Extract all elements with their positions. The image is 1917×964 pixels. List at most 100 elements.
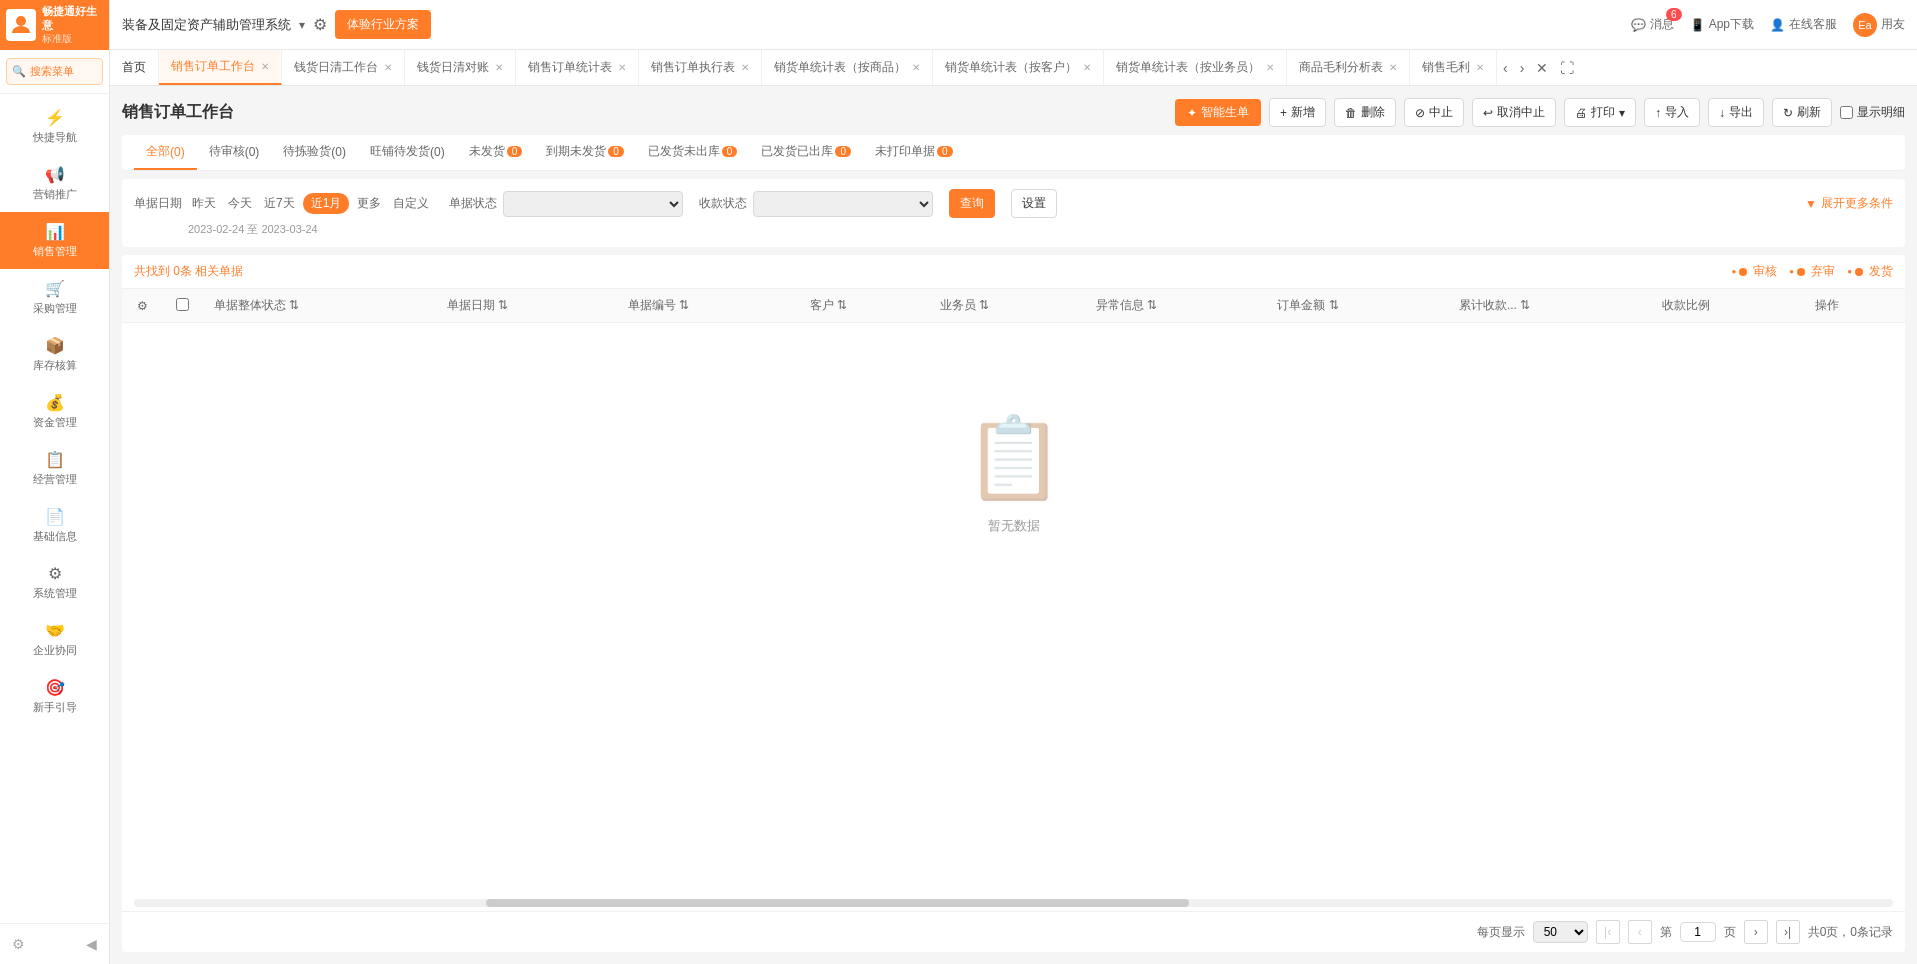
filter-tab-wangpu[interactable]: 旺铺待发货 (0) — [358, 135, 457, 170]
date-btn-1month[interactable]: 近1月 — [303, 193, 350, 214]
tab-sales-summary-product[interactable]: 销货单统计表（按商品） ✕ — [762, 50, 933, 85]
show-detail-checkbox[interactable] — [1840, 106, 1853, 119]
filter-tab-all[interactable]: 全部 (0) — [134, 135, 197, 170]
date-btn-custom[interactable]: 自定义 — [389, 193, 433, 214]
sidebar-item-label: 系统管理 — [33, 586, 77, 601]
tab-close-icon[interactable]: ✕ — [741, 62, 749, 73]
filter-tab-pending-review[interactable]: 待审核 (0) — [197, 135, 272, 170]
tab-maximize-button[interactable]: ⛶ — [1554, 60, 1580, 76]
reject-link[interactable]: 弃审 — [1789, 263, 1835, 280]
tab-cash-daily[interactable]: 钱货日清工作台 ✕ — [282, 50, 405, 85]
export-button[interactable]: ↓ 导出 — [1708, 98, 1764, 127]
refresh-button[interactable]: ↻ 刷新 — [1772, 98, 1832, 127]
system-dropdown-button[interactable]: ▾ — [299, 18, 305, 32]
date-btn-more[interactable]: 更多 — [353, 193, 385, 214]
cancel-pause-button[interactable]: ↩ 取消中止 — [1472, 98, 1556, 127]
col-staff[interactable]: 业务员 ⇅ — [928, 289, 1084, 323]
page-last-button[interactable]: ›| — [1776, 920, 1800, 944]
tab-close-icon[interactable]: ✕ — [1389, 62, 1397, 73]
new-button[interactable]: + 新增 — [1269, 98, 1326, 127]
review-link[interactable]: 审核 — [1731, 263, 1777, 280]
page-first-button[interactable]: |‹ — [1596, 920, 1620, 944]
print-button[interactable]: 🖨 打印 ▾ — [1564, 98, 1636, 127]
col-anomaly[interactable]: 异常信息 ⇅ — [1084, 289, 1266, 323]
col-customer[interactable]: 客户 ⇅ — [798, 289, 928, 323]
col-settings[interactable]: ⚙ — [122, 289, 162, 323]
sidebar-item-basic-info[interactable]: 📄 基础信息 — [0, 497, 109, 554]
sidebar-item-operations[interactable]: 📋 经营管理 — [0, 440, 109, 497]
query-button[interactable]: 查询 — [949, 189, 995, 218]
sidebar-item-enterprise[interactable]: 🤝 企业协同 — [0, 611, 109, 668]
horizontal-scrollbar-thumb[interactable] — [486, 899, 1190, 907]
delete-button[interactable]: 🗑 删除 — [1334, 98, 1396, 127]
app-download-button[interactable]: 📱 App下载 — [1690, 16, 1754, 33]
sidebar-item-sales[interactable]: 📊 销售管理 — [0, 212, 109, 269]
expand-button[interactable]: ▼ 展开更多条件 — [1805, 195, 1893, 212]
tab-sales-execute[interactable]: 销售订单执行表 ✕ — [639, 50, 762, 85]
sidebar-item-finance[interactable]: 💰 资金管理 — [0, 383, 109, 440]
tab-close-icon[interactable]: ✕ — [1083, 62, 1091, 73]
col-date[interactable]: 单据日期 ⇅ — [435, 289, 617, 323]
tab-gross-profit[interactable]: 商品毛利分析表 ✕ — [1287, 50, 1410, 85]
message-button[interactable]: 💬 消息 6 — [1631, 16, 1674, 33]
filter-tab-shipped-not-out[interactable]: 已发货未出库 0 — [636, 135, 750, 170]
tab-close-icon[interactable]: ✕ — [261, 61, 269, 72]
tab-close-icon[interactable]: ✕ — [618, 62, 626, 73]
tab-close-icon[interactable]: ✕ — [1476, 62, 1484, 73]
filter-tab-pending-inspect[interactable]: 待拣验货 (0) — [271, 135, 358, 170]
page-prev-button[interactable]: ‹ — [1628, 920, 1652, 944]
import-button[interactable]: ↑ 导入 — [1644, 98, 1700, 127]
col-checkbox[interactable] — [162, 289, 202, 323]
page-number-input[interactable] — [1680, 922, 1716, 942]
filter-tab-expired[interactable]: 到期未发货 0 — [534, 135, 636, 170]
tab-close-icon[interactable]: ✕ — [384, 62, 392, 73]
sidebar-item-guide[interactable]: 🎯 新手引导 — [0, 668, 109, 725]
tab-cash-reconcile[interactable]: 钱货日清对账 ✕ — [405, 50, 516, 85]
col-status[interactable]: 单据整体状态 ⇅ — [202, 289, 435, 323]
page-next-button[interactable]: › — [1744, 920, 1768, 944]
tab-close-all-button[interactable]: ✕ — [1530, 60, 1554, 76]
tab-close-icon[interactable]: ✕ — [1266, 62, 1274, 73]
tab-sales-stat[interactable]: 销售订单统计表 ✕ — [516, 50, 639, 85]
industry-button[interactable]: 体验行业方案 — [335, 10, 431, 39]
sidebar-item-system[interactable]: ⚙ 系统管理 — [0, 554, 109, 611]
date-btn-today[interactable]: 今天 — [224, 193, 256, 214]
tab-sales-summary-customer[interactable]: 销货单统计表（按客户） ✕ — [933, 50, 1104, 85]
horizontal-scrollbar[interactable] — [134, 899, 1893, 907]
header-settings-button[interactable]: ⚙ — [313, 15, 327, 34]
sidebar-item-purchase[interactable]: 🛒 采购管理 — [0, 269, 109, 326]
tab-home[interactable]: 首页 — [110, 50, 159, 85]
tab-close-icon[interactable]: ✕ — [495, 62, 503, 73]
search-menu-button[interactable]: 🔍 搜索菜单 — [6, 58, 103, 85]
status-select[interactable] — [503, 191, 683, 217]
col-number[interactable]: 单据编号 ⇅ — [616, 289, 798, 323]
date-btn-yesterday[interactable]: 昨天 — [188, 193, 220, 214]
sidebar-item-quick-nav[interactable]: ⚡ 快捷导航 — [0, 98, 109, 155]
smart-create-button[interactable]: ✦ 智能生单 — [1175, 99, 1261, 126]
tab-sales-summary-staff[interactable]: 销货单统计表（按业务员） ✕ — [1104, 50, 1287, 85]
pause-button[interactable]: ⊘ 中止 — [1404, 98, 1464, 127]
deliver-link[interactable]: 发货 — [1847, 263, 1893, 280]
filter-tab-not-printed[interactable]: 未打印单据 0 — [863, 135, 965, 170]
date-btn-7days[interactable]: 近7天 — [260, 193, 299, 214]
settings-button[interactable]: 设置 — [1011, 189, 1057, 218]
sidebar-item-marketing[interactable]: 📢 营销推广 — [0, 155, 109, 212]
col-collected[interactable]: 累计收款... ⇅ — [1447, 289, 1650, 323]
user-profile-button[interactable]: Ea 用友 — [1853, 13, 1905, 37]
sidebar-item-inventory[interactable]: 📦 库存核算 — [0, 326, 109, 383]
collapse-button[interactable]: ◀ — [82, 932, 101, 956]
show-detail-checkbox-label[interactable]: 显示明细 — [1840, 104, 1905, 121]
tab-sales-order-workbench[interactable]: 销售订单工作台 ✕ — [159, 50, 282, 85]
col-amount[interactable]: 订单金额 ⇅ — [1265, 289, 1447, 323]
tab-close-icon[interactable]: ✕ — [912, 62, 920, 73]
settings-footer-button[interactable]: ⚙ — [8, 932, 29, 956]
tab-sales-gross[interactable]: 销售毛利 ✕ — [1410, 50, 1497, 85]
select-all-checkbox[interactable] — [176, 298, 189, 311]
page-size-select[interactable]: 20 50 100 — [1533, 921, 1588, 943]
tab-prev-button[interactable]: ‹ — [1497, 60, 1514, 76]
filter-tab-shipped-out[interactable]: 已发货已出库 0 — [749, 135, 863, 170]
filter-tab-not-shipped[interactable]: 未发货 0 — [457, 135, 535, 170]
online-service-button[interactable]: 👤 在线客服 — [1770, 16, 1837, 33]
payment-select[interactable] — [753, 191, 933, 217]
tab-next-button[interactable]: › — [1514, 60, 1531, 76]
